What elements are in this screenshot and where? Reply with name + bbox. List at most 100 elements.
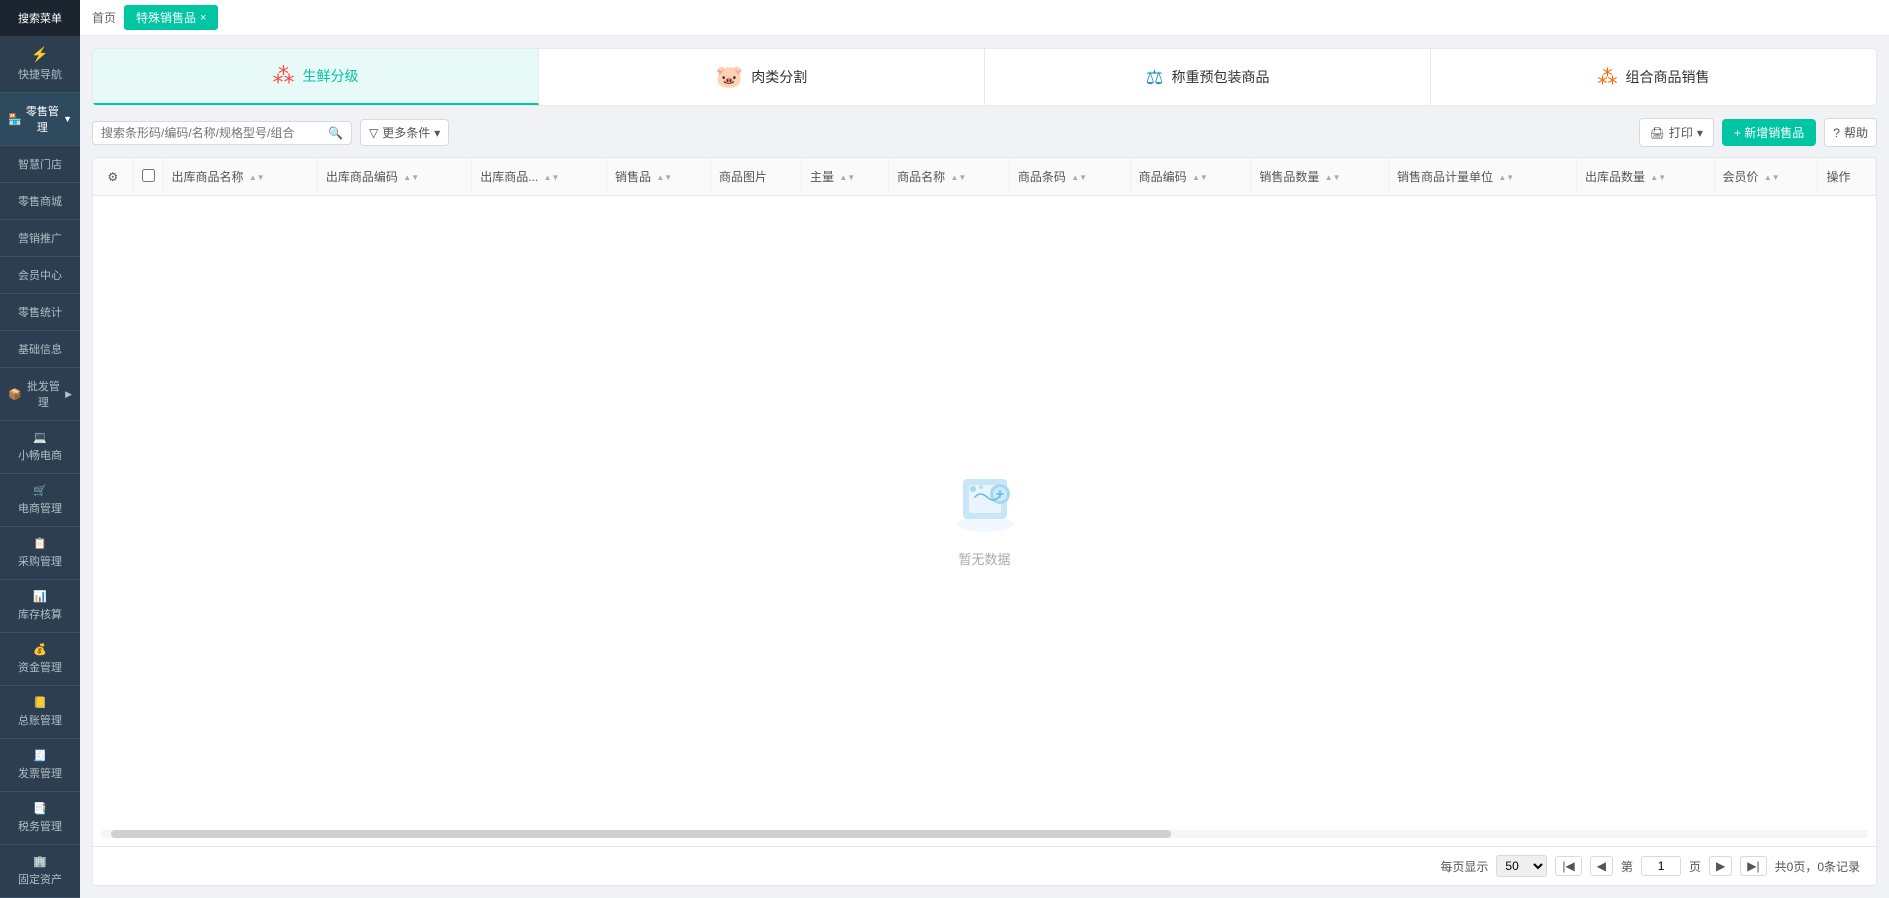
per-page-select[interactable]: 50 10 20 100	[1496, 855, 1547, 877]
select-all-checkbox[interactable]	[142, 169, 155, 182]
tab-label: 生鲜分级	[303, 66, 359, 86]
sidebar-item-label: 零售商城	[18, 193, 62, 209]
sort-icon[interactable]: ▲▼	[403, 174, 419, 182]
search-icon[interactable]: 🔍	[328, 126, 343, 140]
tab-close-button[interactable]: ×	[200, 12, 206, 24]
print-label: 打印	[1669, 124, 1693, 141]
meat-icon: 🐷	[716, 64, 743, 90]
sidebar-item-label: 总账管理	[18, 712, 62, 728]
home-link[interactable]: 首页	[92, 9, 116, 26]
table-wrap: ⚙ 出库商品名称 ▲▼ 出库商品编码 ▲▼	[92, 157, 1877, 886]
chevron-right-icon: ▶	[65, 389, 72, 400]
sidebar-logo[interactable]: 搜索菜单	[0, 0, 80, 36]
sidebar-item-wholesale[interactable]: 📦 批发管理 ▶	[0, 368, 80, 421]
chevron-down-icon: ▼	[63, 114, 72, 124]
sidebar-item-ecommerce-mgmt[interactable]: 🛒 电商管理	[0, 474, 80, 527]
filter-icon: ▽	[369, 126, 378, 140]
retail-icon: 🏪	[8, 113, 22, 126]
more-conditions-button[interactable]: ▽ 更多条件 ▾	[360, 119, 449, 146]
next-page-button[interactable]: ▶	[1709, 856, 1732, 876]
sort-icon[interactable]: ▲▼	[1325, 174, 1341, 182]
cart-icon: 🛒	[33, 484, 47, 497]
purchase-icon: 📋	[33, 537, 47, 550]
last-page-button[interactable]: ▶|	[1740, 856, 1766, 876]
th-outbound-qty: 出库品数量 ▲▼	[1576, 158, 1714, 196]
sort-icon[interactable]: ▲▼	[1498, 174, 1514, 182]
th-settings[interactable]: ⚙	[93, 158, 133, 196]
tab-label: 称重预包装商品	[1171, 67, 1269, 87]
sidebar-item-retail-mall[interactable]: 零售商城	[0, 183, 80, 220]
sidebar-item-label: 小畅电商	[18, 447, 62, 463]
tax-icon: 📑	[33, 802, 47, 815]
th-product-code: 商品编码 ▲▼	[1130, 158, 1251, 196]
sidebar-item-invoice[interactable]: 🧾 发票管理	[0, 739, 80, 792]
chevron-down-icon-print: ▾	[1697, 126, 1703, 140]
sidebar-item-label: 资金管理	[18, 659, 62, 675]
sort-icon[interactable]: ▲▼	[951, 174, 967, 182]
search-box[interactable]: 🔍	[92, 121, 352, 145]
tab-combo[interactable]: ⁂ 组合商品销售	[1431, 49, 1876, 105]
tab-weigh-package[interactable]: ⚖ 称重预包装商品	[985, 49, 1431, 105]
sidebar-item-shortcut[interactable]: ⚡ 快捷导航	[0, 36, 80, 93]
sort-icon[interactable]: ▲▼	[839, 174, 855, 182]
th-sale-qty: 销售品数量 ▲▼	[1251, 158, 1389, 196]
sidebar-item-label: 电商管理	[18, 500, 62, 516]
tab-meat-cut[interactable]: 🐷 肉类分割	[539, 49, 985, 105]
sidebar-item-inventory[interactable]: 📊 库存核算	[0, 580, 80, 633]
print-button[interactable]: 🖨 打印 ▾	[1639, 118, 1714, 147]
th-actions: 操作	[1818, 158, 1876, 196]
empty-state: 暂无数据	[93, 196, 1876, 830]
sidebar-item-smart-store[interactable]: 智慧门店	[0, 146, 80, 183]
sort-icon[interactable]: ▲▼	[1650, 174, 1666, 182]
sort-icon[interactable]: ▲▼	[1071, 174, 1087, 182]
sidebar-item-label: 库存核算	[18, 606, 62, 622]
sidebar-item-ecommerce-small[interactable]: 💻 小畅电商	[0, 421, 80, 474]
sidebar-item-ledger[interactable]: 📒 总账管理	[0, 686, 80, 739]
column-settings-icon[interactable]: ⚙	[107, 170, 118, 184]
prev-page-button[interactable]: ◀	[1590, 856, 1613, 876]
more-conditions-label: 更多条件	[382, 124, 430, 141]
product-type-tabs: ⁂ 生鲜分级 🐷 肉类分割 ⚖ 称重预包装商品 ⁂ 组合商品销售	[92, 48, 1877, 106]
th-outbound-misc: 出库商品... ▲▼	[472, 158, 607, 196]
sidebar-item-label: 快捷导航	[18, 66, 62, 82]
sort-icon[interactable]: ▲▼	[1192, 174, 1208, 182]
tab-fresh-grade[interactable]: ⁂ 生鲜分级	[93, 49, 539, 105]
sort-icon[interactable]: ▲▼	[1764, 174, 1780, 182]
pagination: 每页显示 50 10 20 100 |◀ ◀ 第 页 ▶ ▶| 共0页，0条记录	[93, 846, 1876, 885]
tab-label: 组合商品销售	[1626, 67, 1710, 87]
add-product-button[interactable]: + 新增销售品	[1722, 119, 1816, 146]
sidebar-item-marketing[interactable]: 营销推广	[0, 220, 80, 257]
sidebar-item-base-info-1[interactable]: 基础信息	[0, 331, 80, 368]
sidebar-item-label: 基础信息	[18, 341, 62, 357]
sidebar-item-fixed-assets[interactable]: 🏢 固定资产	[0, 845, 80, 898]
sort-icon[interactable]: ▲▼	[544, 174, 560, 182]
sidebar-item-label: 智慧门店	[18, 156, 62, 172]
sort-icon[interactable]: ▲▼	[249, 174, 265, 182]
sidebar-item-retail-stats[interactable]: 零售统计	[0, 294, 80, 331]
sidebar-item-purchase[interactable]: 📋 采购管理	[0, 527, 80, 580]
sidebar-item-tax[interactable]: 📑 税务管理	[0, 792, 80, 845]
sidebar-item-label: 固定资产	[18, 871, 62, 887]
help-label: 帮助	[1844, 124, 1868, 141]
ecommerce-icon: 💻	[33, 431, 47, 444]
product-table: ⚙ 出库商品名称 ▲▼ 出库商品编码 ▲▼	[93, 158, 1876, 196]
finance-icon: 💰	[33, 643, 47, 656]
first-page-button[interactable]: |◀	[1555, 856, 1581, 876]
shortcut-icon: ⚡	[31, 46, 48, 63]
help-icon: ?	[1833, 126, 1840, 140]
ledger-icon: 📒	[33, 696, 47, 709]
sidebar-item-retail[interactable]: 🏪 零售管理 ▼	[0, 93, 80, 146]
th-checkbox[interactable]	[133, 158, 163, 196]
sort-icon[interactable]: ▲▼	[656, 174, 672, 182]
help-button[interactable]: ? 帮助	[1824, 118, 1877, 147]
empty-illustration	[945, 459, 1025, 539]
page-number-input[interactable]	[1641, 856, 1681, 876]
total-label: 共0页，0条记录	[1775, 858, 1860, 875]
assets-icon: 🏢	[33, 855, 47, 868]
sidebar-item-finance[interactable]: 💰 资金管理	[0, 633, 80, 686]
filter-left: 🔍 ▽ 更多条件 ▾	[92, 119, 449, 146]
search-input[interactable]	[101, 126, 328, 140]
sidebar-logo-text: 搜索菜单	[18, 10, 62, 26]
sidebar-item-member[interactable]: 会员中心	[0, 257, 80, 294]
active-tab[interactable]: 特殊销售品 ×	[124, 5, 218, 30]
